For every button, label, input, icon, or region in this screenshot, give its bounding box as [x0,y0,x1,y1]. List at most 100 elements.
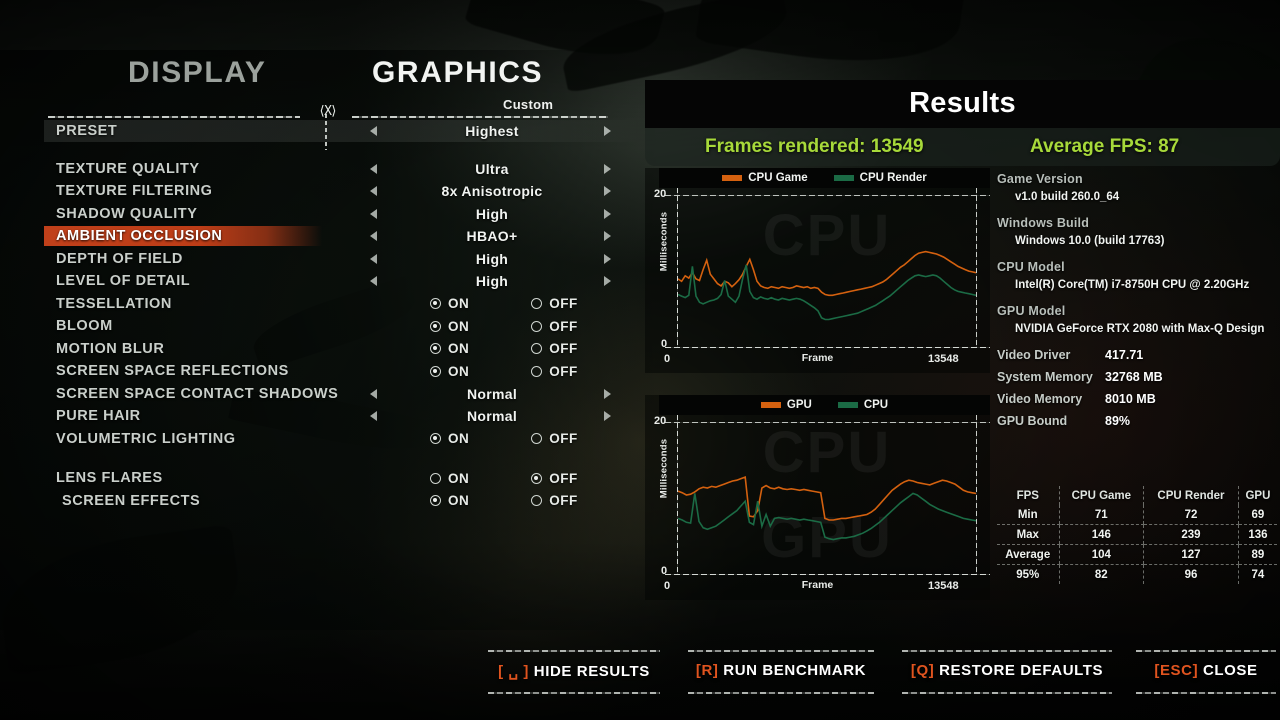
setting-row-bloom[interactable]: BLOOM ON OFF [0,315,640,338]
chevron-left-icon[interactable] [370,411,377,422]
setting-label: PRESET [56,123,118,140]
tab-graphics[interactable]: GRAPHICS [372,56,543,90]
chevron-left-icon[interactable] [370,276,377,287]
setting-label: TEXTURE QUALITY [56,160,200,177]
radio-icon[interactable] [531,343,543,355]
radio-icon[interactable] [430,320,441,332]
radio-label: ON [448,341,470,357]
info-row: System Memory 32768 MB [997,370,1280,384]
chevron-right-icon[interactable] [604,163,611,174]
setting-row-motion-blur[interactable]: MOTION BLUR ON OFF [0,338,640,361]
legend-item: CPU Render [833,172,927,184]
legend-item: CPU Game [722,172,808,184]
preset-custom-label: Custom [503,97,554,112]
setting-row-screen-space-contact-shadows[interactable]: SCREEN SPACE CONTACT SHADOWS Normal [0,383,640,406]
radio-option-off[interactable]: OFF [531,296,578,311]
info-value: 32768 MB [1105,370,1163,384]
mayan-glyph-icon: ⟨X⟩ [318,103,337,119]
shortcut-close[interactable]: [ESC] CLOSE [1136,646,1276,698]
table-row: 95% 82 96 74 [997,564,1277,584]
radio-icon[interactable] [430,472,441,484]
shortcut-run-benchmark[interactable]: [R] RUN BENCHMARK [688,646,874,698]
chevron-right-icon[interactable] [604,231,611,242]
chevron-left-icon[interactable] [370,126,377,137]
chevron-right-icon[interactable] [604,411,611,422]
chevron-left-icon[interactable] [370,253,377,264]
chevron-right-icon[interactable] [604,126,611,137]
radio-icon[interactable] [531,320,543,332]
radio-icon[interactable] [531,365,543,377]
radio-option-off[interactable]: OFF [531,471,578,486]
info-key: CPU Model [997,260,1065,274]
setting-label: BLOOM [56,318,113,335]
setting-row-screen-space-reflections[interactable]: SCREEN SPACE REFLECTIONS ON OFF [0,360,640,383]
radio-icon[interactable] [531,495,543,507]
setting-row-lens-flares[interactable]: LENS FLARES ON OFF [0,467,640,490]
radio-option-off[interactable]: OFF [531,493,578,508]
radio-icon[interactable] [531,472,543,484]
chevron-right-icon[interactable] [604,388,611,399]
chevron-right-icon[interactable] [604,276,611,287]
tab-display[interactable]: DISPLAY [128,56,266,90]
radio-option-on[interactable]: ON [430,431,469,446]
divider [1136,650,1276,652]
radio-label: OFF [549,431,578,447]
setting-label: LENS FLARES [56,470,163,487]
setting-row-volumetric-lighting[interactable]: VOLUMETRIC LIGHTING ON OFF [0,428,640,451]
legend-item: CPU [837,399,888,411]
radio-option-on[interactable]: ON [430,471,469,486]
setting-label: SCREEN SPACE CONTACT SHADOWS [56,385,339,402]
x-tick-max: 13548 [928,580,959,592]
radio-option-off[interactable]: OFF [531,319,578,334]
setting-row-texture-filtering[interactable]: TEXTURE FILTERING 8x Anisotropic [0,180,640,203]
radio-icon[interactable] [430,365,441,377]
setting-label: AMBIENT OCCLUSION [56,228,223,245]
shortcut-text: [ ␣ ] HIDE RESULTS [488,662,660,680]
shortcut-text: [R] RUN BENCHMARK [688,662,874,679]
radio-icon[interactable] [430,433,441,445]
shortcut-restore-defaults[interactable]: [Q] RESTORE DEFAULTS [902,646,1112,698]
shortcut-hide-results[interactable]: [ ␣ ] HIDE RESULTS [488,646,660,698]
radio-option-off[interactable]: OFF [531,341,578,356]
setting-label: LEVEL OF DETAIL [56,273,191,290]
chevron-left-icon[interactable] [370,186,377,197]
chevron-left-icon[interactable] [370,208,377,219]
chevron-right-icon[interactable] [604,253,611,264]
radio-option-on[interactable]: ON [430,493,469,508]
setting-label: PURE HAIR [56,408,141,425]
radio-option-off[interactable]: OFF [531,364,578,379]
setting-row-screen-effects[interactable]: SCREEN EFFECTS ON OFF [0,490,640,513]
chevron-left-icon[interactable] [370,388,377,399]
setting-row-preset[interactable]: PRESET Highest [0,120,640,143]
radio-option-on[interactable]: ON [430,364,469,379]
toggle-group: ON OFF [430,471,578,486]
setting-row-pure-hair[interactable]: PURE HAIR Normal [0,405,640,428]
setting-row-shadow-quality[interactable]: SHADOW QUALITY High [0,203,640,226]
radio-label: ON [448,296,470,312]
chevron-left-icon[interactable] [370,163,377,174]
radio-option-off[interactable]: OFF [531,431,578,446]
radio-option-on[interactable]: ON [430,296,469,311]
table-cell: 127 [1143,544,1239,565]
shortcut-label: HIDE RESULTS [533,663,650,680]
chevron-left-icon[interactable] [370,231,377,242]
table-row: Average 104 127 89 [997,544,1277,565]
radio-icon[interactable] [430,298,441,310]
setting-row-tessellation[interactable]: TESSELLATION ON OFF [0,293,640,316]
setting-row-texture-quality[interactable]: TEXTURE QUALITY Ultra [0,158,640,181]
y-axis-label: Milliseconds [658,211,670,272]
radio-option-on[interactable]: ON [430,319,469,334]
chevron-right-icon[interactable] [604,208,611,219]
setting-row-level-of-detail[interactable]: LEVEL OF DETAIL High [0,270,640,293]
radio-icon[interactable] [430,343,441,355]
header-rule-left [48,116,300,118]
radio-icon[interactable] [430,495,441,507]
setting-row-depth-of-field[interactable]: DEPTH OF FIELD High [0,248,640,271]
radio-icon[interactable] [531,298,543,310]
radio-icon[interactable] [531,433,543,445]
chevron-right-icon[interactable] [604,186,611,197]
table-header-row: FPS CPU Game CPU Render GPU [997,486,1277,505]
setting-row-ambient-occlusion[interactable]: AMBIENT OCCLUSION HBAO+ [0,225,640,248]
benchmark-results-screen: DISPLAY GRAPHICS ⟨X⟩ Custom PRESET Highe… [0,0,1280,720]
radio-option-on[interactable]: ON [430,341,469,356]
